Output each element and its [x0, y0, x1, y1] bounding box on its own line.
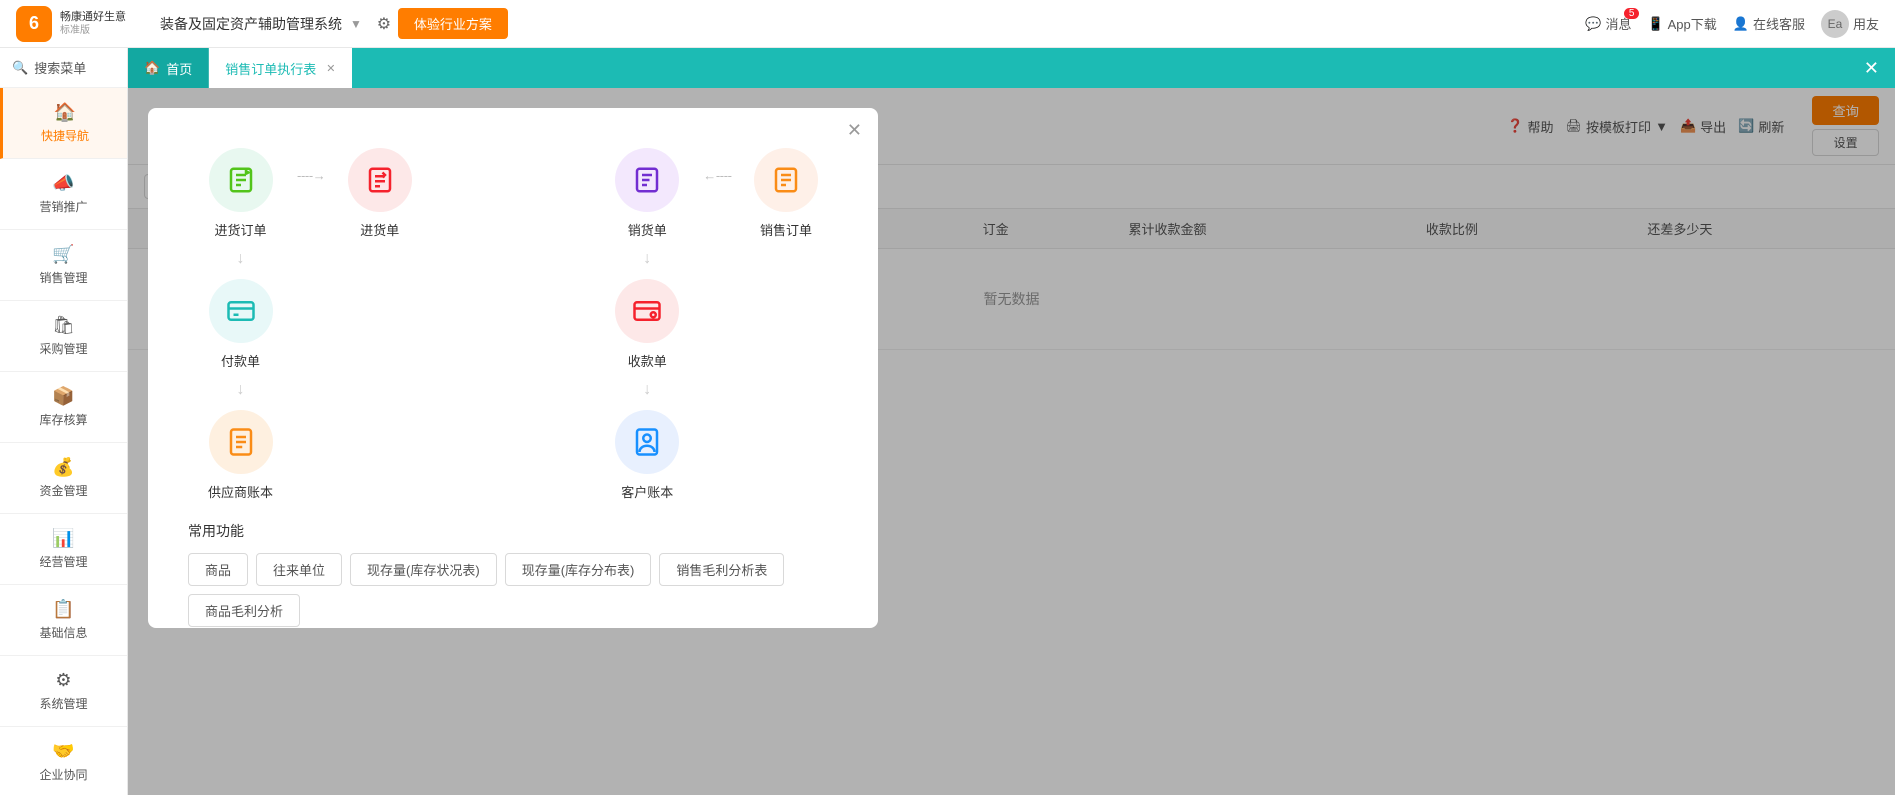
arrow-down-3: ↓ [643, 251, 651, 267]
flow-left-col: 进货订单 ↓ 付款单 ↓ [188, 138, 293, 511]
quick-nav-icon: 🏠 [54, 102, 76, 123]
modal-overlay[interactable]: ✕ 进货订单 ↓ [128, 88, 1895, 795]
common-functions: 常用功能 商品 往来单位 现存量(库存状况表) 现存量(库存分布表) 销售毛利分… [188, 521, 838, 628]
collab-icon: 🤝 [52, 741, 74, 762]
arrow-down-1: ↓ [237, 251, 245, 267]
func-buttons: 商品 往来单位 现存量(库存状况表) 现存量(库存分布表) 销售毛利分析表 商品… [188, 553, 838, 627]
logo-area: 6 畅康通好生意 标准版 [16, 6, 144, 42]
trial-button[interactable]: 体验行业方案 [398, 8, 508, 39]
system-icon: ⚙ [55, 670, 71, 691]
sales-icon: 🛒 [52, 244, 74, 265]
sidebar-item-basic[interactable]: 📋 基础信息 [0, 585, 127, 656]
tab-sales-order[interactable]: 销售订单执行表 ✕ [209, 48, 352, 88]
app-download-button[interactable]: 📱 App下载 [1647, 14, 1716, 33]
flow-node-purchase-order[interactable]: 进货订单 [209, 148, 273, 239]
close-all-tabs-button[interactable]: ✕ [1864, 58, 1879, 79]
sale-order-label: 销售订单 [760, 220, 812, 239]
search-icon: 🔍 [12, 60, 28, 76]
flow-arrow-h2: ← - - - - [699, 138, 734, 183]
sidebar-item-operation[interactable]: 📊 经营管理 [0, 514, 127, 585]
receipt-label: 收款单 [628, 351, 667, 370]
avatar: Ea [1821, 10, 1849, 38]
flow-mid-left-col: 进货单 [328, 138, 432, 249]
func-btn-product[interactable]: 商品 [188, 553, 248, 586]
sale-bill-label: 销货单 [628, 220, 667, 239]
flow-arrow-h1: - - - - → [293, 138, 328, 183]
flow-node-customer-ledger[interactable]: 客户账本 [615, 410, 679, 501]
purchase-bill-label: 进货单 [360, 220, 399, 239]
tab-bar: 🏠 首页 销售订单执行表 ✕ ✕ [128, 48, 1895, 88]
finance-icon: 💰 [52, 457, 74, 478]
flow-mid-right-col: 销货单 ↓ 收款单 ↓ [595, 138, 699, 511]
common-functions-title: 常用功能 [188, 521, 838, 541]
tab-close-icon[interactable]: ✕ [326, 62, 335, 75]
sidebar-item-sales[interactable]: 🛒 销售管理 [0, 230, 127, 301]
message-badge: 5 [1624, 8, 1640, 19]
purchase-icon: 🛍 [52, 315, 75, 336]
main-content: ❓ 帮助 🖨 按模板打印 ▼ 📤 导出 [128, 88, 1895, 795]
arrow-down-4: ↓ [643, 382, 651, 398]
sidebar-item-finance[interactable]: 💰 资金管理 [0, 443, 127, 514]
online-service-button[interactable]: 👤 在线客服 [1733, 14, 1805, 33]
title-dropdown-icon[interactable]: ▼ [350, 17, 362, 31]
message-icon: 💬 [1585, 16, 1601, 32]
sidebar: 🔍 搜索菜单 🏠 快捷导航 📣 营销推广 🛒 销售管理 🛍 采购管理 📦 [0, 48, 128, 795]
top-bar-right: 💬 消息 5 📱 App下载 👤 在线客服 Ea 用友 [1585, 10, 1879, 38]
system-title: 装备及固定资产辅助管理系统 ▼ ⚙ [160, 10, 398, 38]
purchase-bill-icon [348, 148, 412, 212]
flow-node-receipt[interactable]: 收款单 [615, 279, 679, 370]
sidebar-item-purchase[interactable]: 🛍 采购管理 [0, 301, 127, 372]
inventory-icon: 📦 [52, 386, 74, 407]
flow-node-sale-bill[interactable]: 销货单 [615, 148, 679, 239]
settings-icon[interactable]: ⚙ [370, 10, 398, 38]
basic-icon: 📋 [52, 599, 74, 620]
content-area: 🏠 首页 销售订单执行表 ✕ ✕ ❓ [128, 48, 1895, 795]
func-btn-stock-dist[interactable]: 现存量(库存分布表) [505, 553, 652, 586]
modal-close-button[interactable]: ✕ [847, 120, 862, 141]
home-icon: 🏠 [144, 60, 160, 76]
func-btn-sales-profit[interactable]: 销售毛利分析表 [659, 553, 784, 586]
marketing-icon: 📣 [52, 173, 74, 194]
flow-node-supplier-ledger[interactable]: 供应商账本 [208, 410, 273, 501]
customer-ledger-label: 客户账本 [621, 482, 673, 501]
flow-diagram: 进货订单 ↓ 付款单 ↓ [188, 138, 838, 511]
logo-text: 畅康通好生意 标准版 [60, 10, 126, 37]
app-wrapper: 6 畅康通好生意 标准版 装备及固定资产辅助管理系统 ▼ ⚙ 体验行业方案 💬 … [0, 0, 1895, 795]
func-btn-stock-status[interactable]: 现存量(库存状况表) [350, 553, 497, 586]
sidebar-item-system[interactable]: ⚙ 系统管理 [0, 656, 127, 727]
flow-modal: ✕ 进货订单 ↓ [148, 108, 878, 628]
message-button[interactable]: 💬 消息 5 [1585, 14, 1631, 33]
search-menu-item[interactable]: 🔍 搜索菜单 [0, 48, 127, 88]
sidebar-item-inventory[interactable]: 📦 库存核算 [0, 372, 127, 443]
receipt-icon [615, 279, 679, 343]
operation-icon: 📊 [52, 528, 74, 549]
purchase-order-icon [209, 148, 273, 212]
app-icon: 📱 [1647, 16, 1663, 32]
tab-home[interactable]: 🏠 首页 [128, 48, 209, 88]
system-name: 装备及固定资产辅助管理系统 [160, 14, 342, 34]
flow-node-payment[interactable]: 付款单 [209, 279, 273, 370]
sidebar-item-quick[interactable]: 🏠 快捷导航 [0, 88, 127, 159]
customer-ledger-icon [615, 410, 679, 474]
sidebar-item-marketing[interactable]: 📣 营销推广 [0, 159, 127, 230]
payment-label: 付款单 [221, 351, 260, 370]
payment-icon [209, 279, 273, 343]
main-layout: 🔍 搜索菜单 🏠 快捷导航 📣 营销推广 🛒 销售管理 🛍 采购管理 📦 [0, 48, 1895, 795]
flow-right-col: 销售订单 [734, 138, 838, 249]
sidebar-item-collab[interactable]: 🤝 企业协同 [0, 727, 127, 795]
sale-bill-icon [615, 148, 679, 212]
supplier-ledger-label: 供应商账本 [208, 482, 273, 501]
flow-node-sale-order[interactable]: 销售订单 [754, 148, 818, 239]
sale-order-icon [754, 148, 818, 212]
supplier-ledger-icon [209, 410, 273, 474]
arrow-down-2: ↓ [237, 382, 245, 398]
purchase-order-label: 进货订单 [214, 220, 266, 239]
flow-node-purchase-bill[interactable]: 进货单 [348, 148, 412, 239]
logo-icon: 6 [16, 6, 52, 42]
user-menu[interactable]: Ea 用友 [1821, 10, 1879, 38]
func-btn-partners[interactable]: 往来单位 [256, 553, 342, 586]
func-btn-product-profit[interactable]: 商品毛利分析 [188, 594, 300, 627]
service-icon: 👤 [1733, 16, 1749, 32]
top-bar: 6 畅康通好生意 标准版 装备及固定资产辅助管理系统 ▼ ⚙ 体验行业方案 💬 … [0, 0, 1895, 48]
